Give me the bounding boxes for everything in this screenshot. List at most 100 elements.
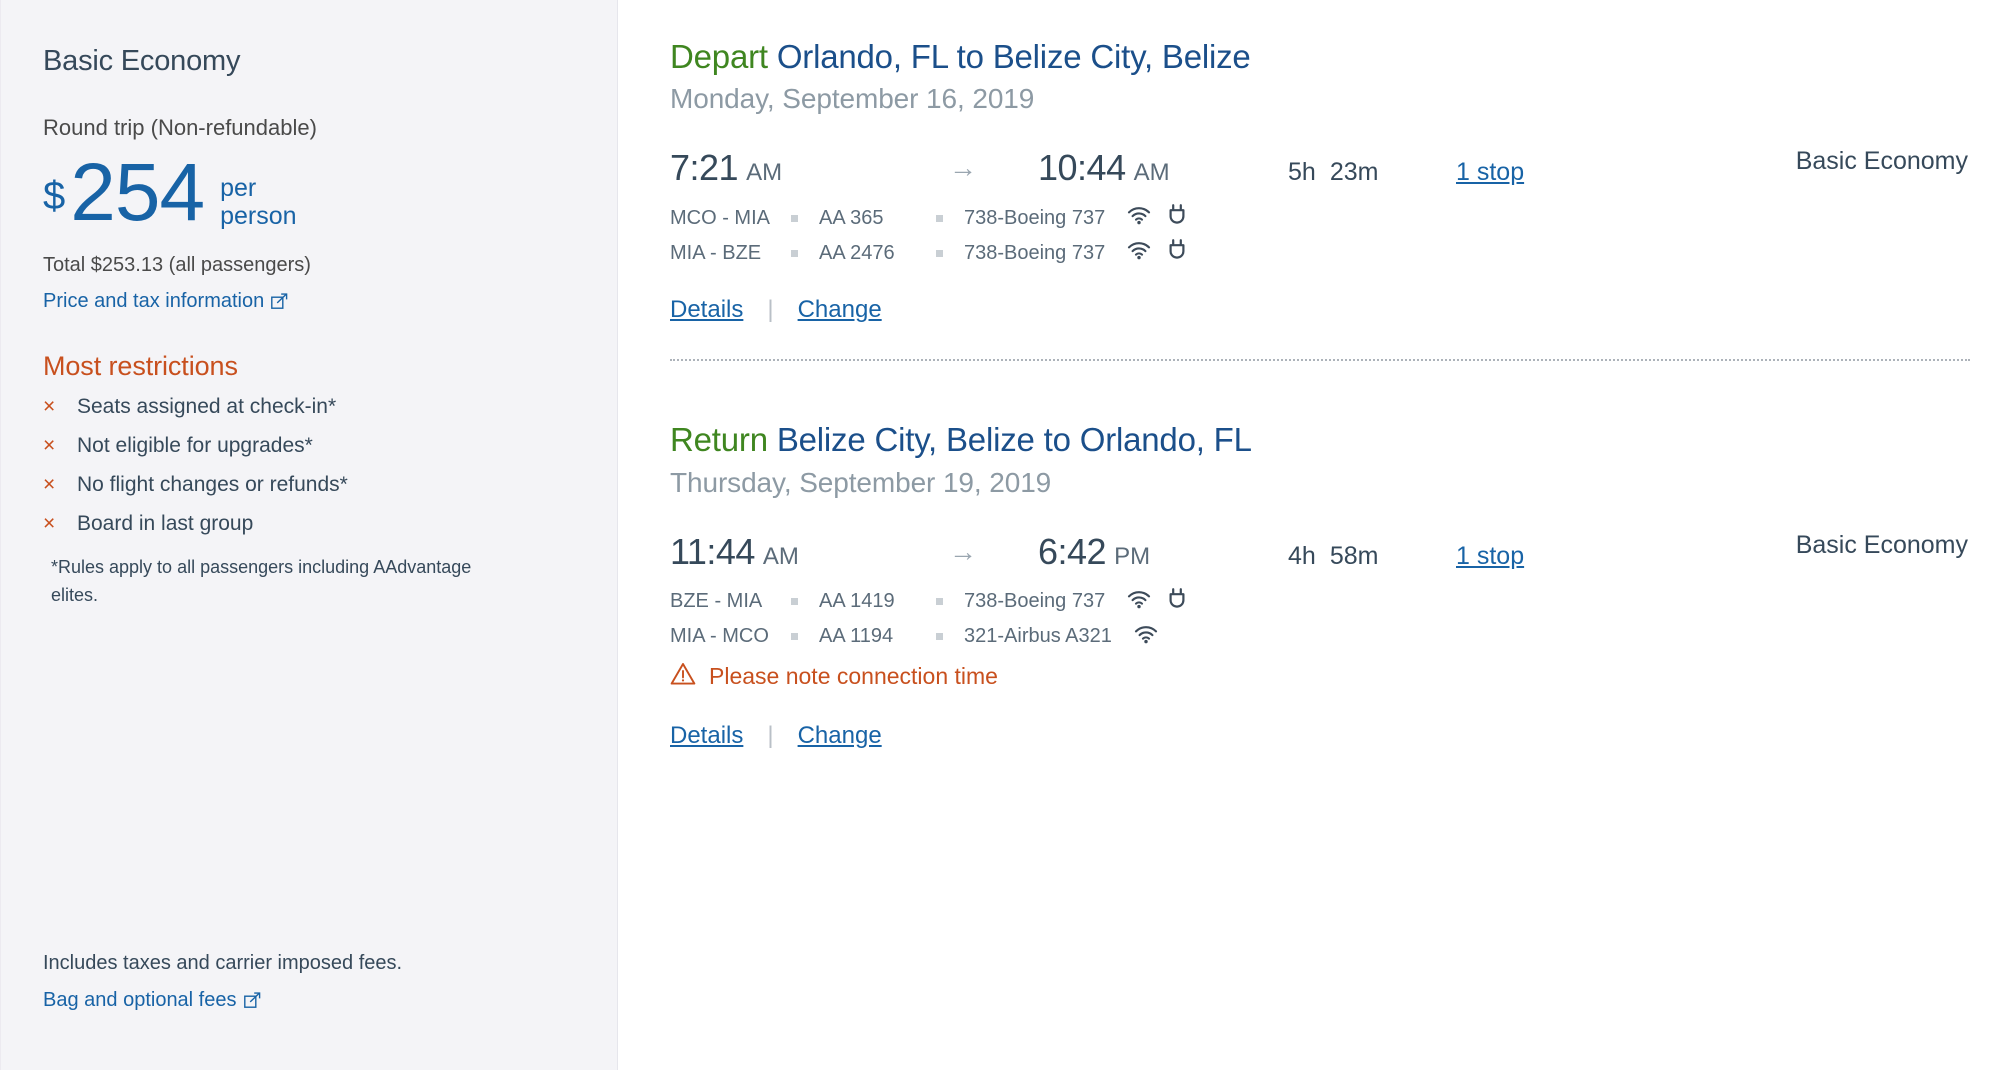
- itinerary-actions: Details | Change: [670, 296, 2004, 324]
- x-icon: ×: [43, 395, 56, 419]
- bag-and-optional-fees-link[interactable]: Bag and optional fees: [43, 989, 261, 1012]
- cabin-label: Basic Economy: [1795, 530, 1968, 559]
- segment-route: BZE - MIA: [670, 590, 763, 612]
- fare-itinerary-page: Basic Economy Round trip (Non-refundable…: [0, 0, 2004, 1070]
- segment-row: MIA - BZE AA 2476 738-Boeing 737: [670, 239, 2004, 267]
- restriction-item: × Board in last group: [43, 512, 577, 536]
- depart-time-group: 7:21 AM: [670, 147, 888, 189]
- itinerary-date: Thursday, September 19, 2019: [670, 466, 1052, 498]
- segment-route: MIA - MCO: [670, 625, 769, 647]
- separator-dot: [936, 633, 943, 640]
- flight-duration: 5h 23m: [1288, 158, 1456, 187]
- segment-aircraft: 738-Boeing 737: [964, 590, 1106, 612]
- arrive-time-group: 6:42 PM: [1038, 531, 1288, 573]
- section-divider: [670, 359, 1970, 362]
- restrictions-footnote: *Rules apply to all passengers including…: [51, 557, 472, 606]
- external-link-icon: [243, 992, 261, 1009]
- price-and-tax-information-label: Price and tax information: [43, 290, 265, 313]
- restrictions-list: × Seats assigned at check-in* × Not elig…: [43, 395, 577, 551]
- arrive-meridiem: PM: [1114, 542, 1151, 570]
- itinerary-panel: Depart Orlando, FL to Belize City, Beliz…: [618, 0, 2004, 1070]
- x-icon: ×: [43, 434, 56, 458]
- duration-hours: 5h: [1288, 158, 1316, 187]
- price-display: $ 254 per person: [43, 152, 577, 234]
- route-label: Orlando, FL to Belize City, Belize: [776, 38, 1251, 75]
- power-outlet-icon: [1168, 587, 1188, 616]
- segment-aircraft: 738-Boeing 737: [964, 206, 1106, 229]
- itinerary-heading: Depart Orlando, FL to Belize City, Beliz…: [670, 36, 2004, 77]
- arrive-meridiem: AM: [1133, 159, 1170, 187]
- restriction-label: Board in last group: [77, 512, 254, 536]
- restriction-label: Seats assigned at check-in*: [77, 395, 337, 419]
- segment-row: MIA - MCO AA 1194 321-Airbus A321: [670, 624, 2004, 650]
- total-price-label: Total $253.13 (all passengers): [43, 254, 311, 277]
- segment-flight-number: AA 1419: [819, 590, 895, 612]
- power-outlet-icon: [1168, 204, 1188, 232]
- fare-name-heading: Basic Economy: [43, 45, 241, 77]
- flight-time-row: 11:44 AM → 6:42 PM 4h 58m 1 stop Basic Ec…: [670, 531, 2004, 573]
- direction-label: Return: [670, 421, 768, 459]
- restrictions-heading: Most restrictions: [43, 351, 238, 382]
- segment-route: MCO - MIA: [670, 206, 770, 229]
- flight-time-row: 7:21 AM → 10:44 AM 5h 23m 1 stop Basic Ec…: [670, 147, 2004, 189]
- segment-flight-number: AA 365: [819, 206, 884, 229]
- change-link[interactable]: Change: [798, 296, 882, 324]
- restriction-label: Not eligible for upgrades*: [77, 434, 313, 458]
- restriction-item: × Seats assigned at check-in*: [43, 395, 577, 419]
- depart-meridiem: AM: [762, 542, 799, 570]
- segment-aircraft: 321-Airbus A321: [964, 625, 1112, 647]
- arrive-time: 10:44: [1038, 147, 1126, 189]
- duration-minutes: 23m: [1329, 158, 1379, 187]
- separator-dot: [791, 249, 798, 257]
- bag-and-optional-fees-label: Bag and optional fees: [43, 989, 237, 1011]
- arrive-time: 6:42: [1038, 530, 1107, 572]
- sidebar-footer: Includes taxes and carrier imposed fees.…: [43, 952, 402, 1012]
- price-unit: per person: [220, 174, 296, 230]
- external-link-icon: [271, 293, 288, 310]
- separator-dot: [791, 214, 798, 222]
- duration-hours: 4h: [1288, 541, 1316, 570]
- depart-time: 11:44: [670, 530, 755, 572]
- fare-summary-sidebar: Basic Economy Round trip (Non-refundable…: [0, 0, 618, 1070]
- price-unit-line2: person: [220, 202, 297, 231]
- duration-minutes: 58m: [1329, 541, 1379, 570]
- segment-list: BZE - MIA AA 1419 738-Boeing 737 MIA - M…: [670, 587, 2004, 650]
- wifi-icon: [1127, 589, 1151, 615]
- change-link[interactable]: Change: [798, 722, 882, 750]
- depart-time: 7:21: [670, 147, 739, 189]
- segment-row: MCO - MIA AA 365 738-Boeing 737: [670, 204, 2004, 232]
- x-icon: ×: [43, 473, 56, 497]
- restriction-item: × Not eligible for upgrades*: [43, 434, 577, 458]
- arrow-icon: →: [949, 152, 977, 184]
- amenity-icons: [1127, 204, 1188, 232]
- direction-label: Depart: [670, 38, 768, 75]
- itinerary-depart: Depart Orlando, FL to Belize City, Beliz…: [670, 36, 2004, 362]
- itinerary-actions: Details | Change: [670, 722, 2004, 750]
- price-and-tax-information-link[interactable]: Price and tax information: [43, 290, 288, 313]
- separator-dot: [791, 598, 798, 605]
- itinerary-heading: Return Belize City, Belize to Orlando, F…: [670, 419, 2004, 460]
- details-link[interactable]: Details: [670, 722, 743, 750]
- restriction-item: × No flight changes or refunds*: [43, 473, 577, 497]
- price-unit-line1: per: [220, 174, 257, 203]
- wifi-icon: [1127, 240, 1151, 266]
- depart-time-group: 11:44 AM: [670, 531, 888, 573]
- power-outlet-icon: [1168, 239, 1188, 267]
- warning-triangle-icon: [670, 662, 696, 692]
- wifi-icon: [1134, 624, 1158, 650]
- amenity-icons: [1127, 587, 1188, 616]
- stops-link[interactable]: 1 stop: [1456, 542, 1656, 571]
- segment-aircraft: 738-Boeing 737: [964, 241, 1106, 264]
- amenity-icons: [1134, 624, 1158, 650]
- restriction-label: No flight changes or refunds*: [77, 473, 348, 497]
- connection-time-warning-label: Please note connection time: [709, 663, 998, 689]
- currency-symbol: $: [43, 174, 66, 219]
- separator-dot: [936, 214, 943, 222]
- action-separator: |: [767, 296, 774, 324]
- details-link[interactable]: Details: [670, 296, 743, 324]
- stops-link[interactable]: 1 stop: [1456, 158, 1656, 187]
- depart-meridiem: AM: [746, 159, 783, 187]
- includes-taxes-label: Includes taxes and carrier imposed fees.: [43, 952, 403, 974]
- route-label: Belize City, Belize to Orlando, FL: [776, 421, 1252, 459]
